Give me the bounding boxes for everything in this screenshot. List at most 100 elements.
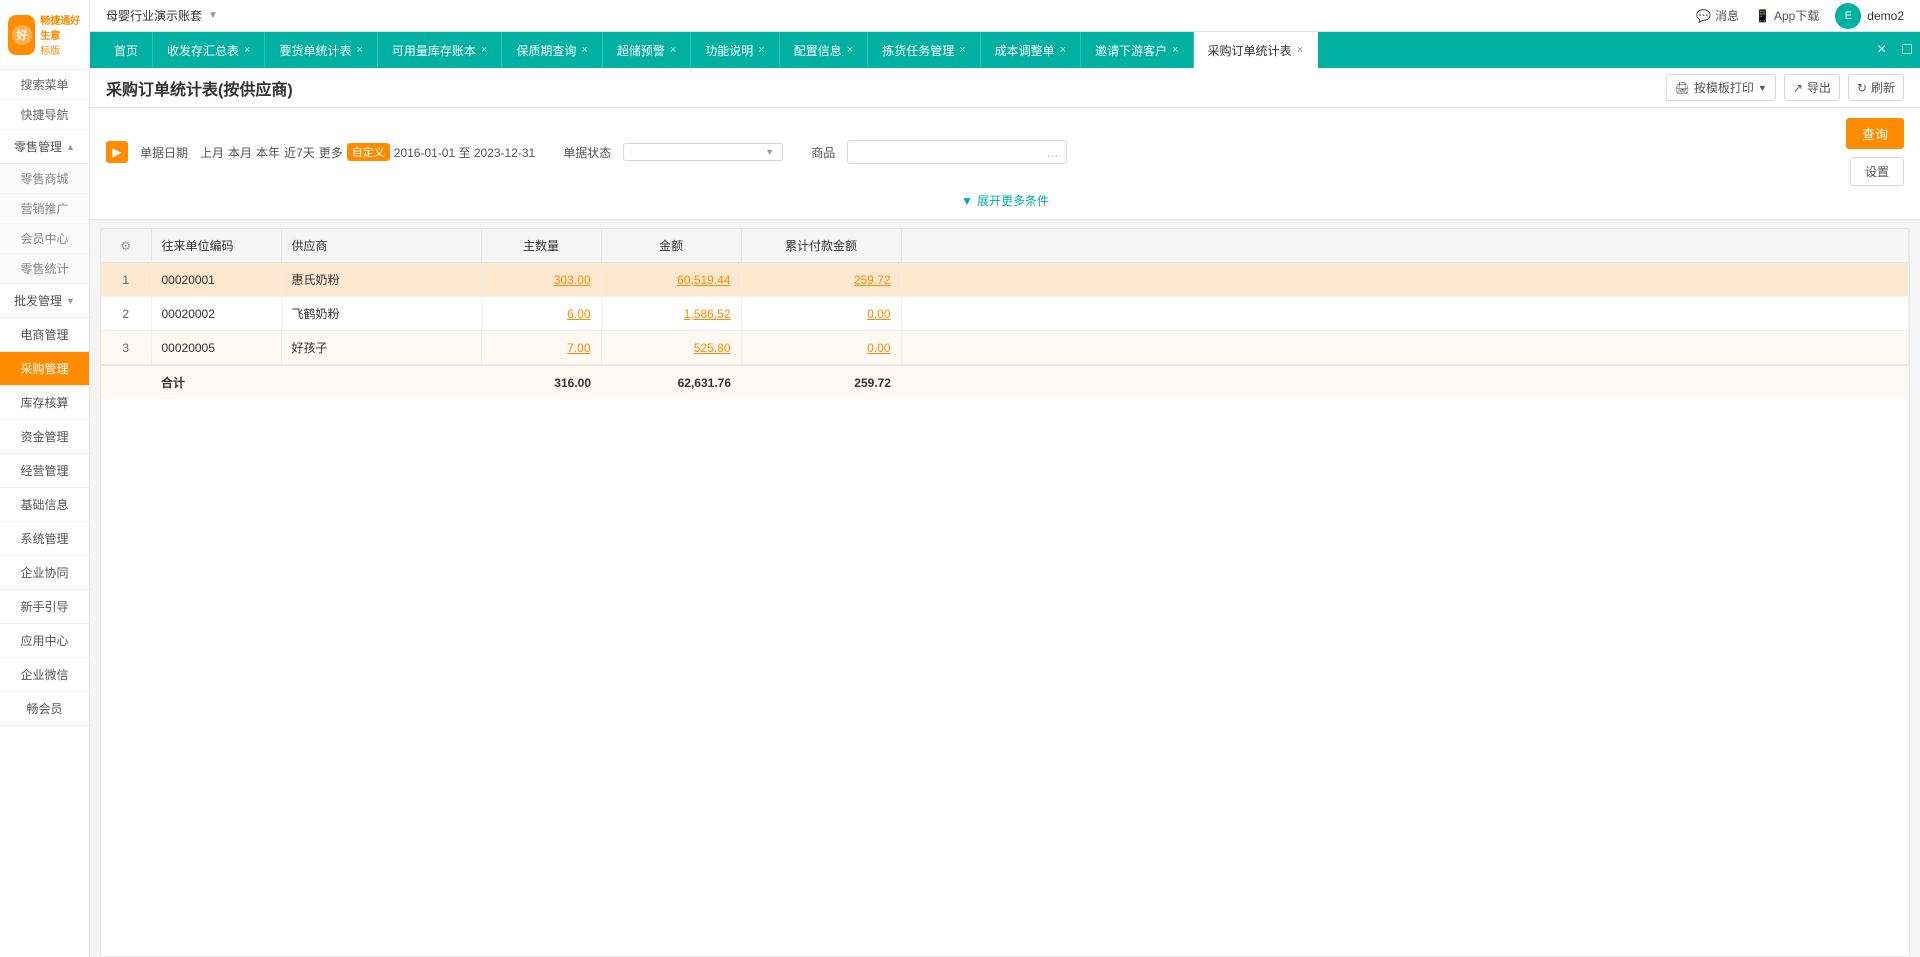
- sidebar-item-wholesale[interactable]: 批发管理 ▼: [0, 284, 89, 318]
- th-settings[interactable]: ⚙: [101, 229, 151, 263]
- table-row[interactable]: 3 00020005 好孩子 7.00 525.80 0.00: [101, 331, 1909, 366]
- sidebar-item-member2[interactable]: 畅会员: [0, 692, 89, 726]
- window-max-icon[interactable]: □: [1894, 41, 1920, 59]
- chevron-down-icon-wholesale: ▼: [66, 296, 75, 306]
- window-close-icon[interactable]: ×: [1869, 41, 1894, 59]
- avatar: E: [1835, 3, 1861, 29]
- sidebar-item-retail-shop[interactable]: 零售商城: [0, 164, 89, 194]
- sidebar-item-finance[interactable]: 资金管理: [0, 420, 89, 454]
- sidebar-item-retail-manage[interactable]: 零售管理 ▲: [0, 130, 89, 164]
- sidebar-item-inventory[interactable]: 库存核算: [0, 386, 89, 420]
- sidebar-item-ecommerce[interactable]: 电商管理: [0, 318, 89, 352]
- table-row[interactable]: 2 00020002 飞鹤奶粉 6.00 1,586.52 0.00: [101, 297, 1909, 331]
- chevron-up-icon: ▲: [66, 142, 75, 152]
- expand-more-button[interactable]: ▼ 展开更多条件: [961, 192, 1049, 209]
- tab-home[interactable]: 首页: [100, 32, 153, 68]
- shortcut-last7days[interactable]: 近7天: [284, 144, 315, 161]
- tab-config-info[interactable]: 配置信息 ×: [780, 32, 868, 68]
- filter-toggle-button[interactable]: ▶: [106, 141, 128, 163]
- shortcut-this-month[interactable]: 本月: [228, 144, 252, 161]
- sidebar-item-newguide[interactable]: 新手引导: [0, 590, 89, 624]
- refresh-icon: ↻: [1857, 81, 1867, 95]
- shortcut-more[interactable]: 更多: [319, 144, 343, 161]
- close-icon[interactable]: ×: [581, 44, 587, 56]
- cell-paid-2: 0.00: [741, 297, 901, 331]
- sidebar-item-corp-collab[interactable]: 企业协同: [0, 556, 89, 590]
- qty-link-1[interactable]: 303.00: [554, 273, 591, 287]
- tab-stock-summary[interactable]: 收发存汇总表 ×: [153, 32, 265, 68]
- shortcut-last-month[interactable]: 上月: [200, 144, 224, 161]
- filter-panel: ▶ 单据日期 上月 本月 本年 近7天 更多 自定义 2016-01-01 至 …: [90, 108, 1920, 220]
- sidebar-item-purchase[interactable]: 采购管理: [0, 352, 89, 386]
- custom-date-tag[interactable]: 自定义: [347, 143, 390, 161]
- close-icon[interactable]: ×: [481, 44, 487, 56]
- table-settings-icon[interactable]: ⚙: [120, 239, 131, 253]
- table-footer-row: 合计 316.00 62,631.76 259.72: [101, 365, 1909, 399]
- sidebar-logo-area: 好 畅捷通好生意 标版: [0, 0, 89, 70]
- cell-code-1: 00020001: [151, 263, 281, 297]
- tab-purchase-stat-active[interactable]: 采购订单统计表 ×: [1194, 32, 1318, 68]
- user-menu[interactable]: E demo2: [1835, 3, 1904, 29]
- sidebar-item-wechat-work[interactable]: 企业微信: [0, 658, 89, 692]
- close-icon[interactable]: ×: [758, 44, 764, 56]
- close-icon[interactable]: ×: [1297, 44, 1303, 56]
- tab-cost-adjust[interactable]: 成本调整单 ×: [981, 32, 1081, 68]
- sidebar-item-system[interactable]: 系统管理: [0, 522, 89, 556]
- qty-link-2[interactable]: 6.00: [567, 307, 590, 321]
- refresh-button[interactable]: ↻ 刷新: [1848, 74, 1904, 101]
- tab-available-stock[interactable]: 可用量库存账本 ×: [378, 32, 502, 68]
- tab-purchase-order-stat[interactable]: 要货单统计表 ×: [265, 32, 377, 68]
- tab-shelf-life[interactable]: 保质期查询 ×: [502, 32, 602, 68]
- close-icon[interactable]: ×: [1172, 44, 1178, 56]
- query-button[interactable]: 查询: [1846, 118, 1904, 149]
- cell-paid-3: 0.00: [741, 331, 901, 366]
- goods-input[interactable]: ...: [847, 140, 1067, 164]
- tab-overstock-warning[interactable]: 超储预警 ×: [603, 32, 691, 68]
- close-icon[interactable]: ×: [356, 44, 362, 56]
- th-supplier: 供应商: [281, 229, 481, 263]
- tab-invite-customer[interactable]: 邀请下游客户 ×: [1081, 32, 1193, 68]
- message-button[interactable]: 💬 消息: [1696, 7, 1739, 24]
- sidebar-item-retail-stat[interactable]: 零售统计: [0, 254, 89, 284]
- amount-link-3[interactable]: 525.80: [694, 341, 731, 355]
- paid-link-1[interactable]: 259.72: [854, 273, 891, 287]
- status-select[interactable]: ▼: [623, 143, 783, 161]
- footer-spacer: [901, 365, 1909, 399]
- settings-button[interactable]: 设置: [1850, 157, 1904, 186]
- sidebar-item-appcenter[interactable]: 应用中心: [0, 624, 89, 658]
- th-spacer: [901, 229, 1909, 263]
- amount-link-2[interactable]: 1,586.52: [684, 307, 731, 321]
- close-icon[interactable]: ×: [1060, 44, 1066, 56]
- th-paid: 累计付款金额: [741, 229, 901, 263]
- cell-amount-2: 1,586.52: [601, 297, 741, 331]
- tab-function-desc[interactable]: 功能说明 ×: [691, 32, 779, 68]
- sidebar-search[interactable]: 搜索菜单: [0, 70, 89, 100]
- close-icon[interactable]: ×: [244, 44, 250, 56]
- export-button[interactable]: ↗ 导出: [1784, 74, 1840, 101]
- sidebar-item-member[interactable]: 会员中心: [0, 224, 89, 254]
- amount-link-1[interactable]: 60,519.44: [677, 273, 730, 287]
- workspace-selector[interactable]: 母婴行业演示账套 ▼: [106, 7, 218, 24]
- tab-pick-task[interactable]: 拣货任务管理 ×: [868, 32, 980, 68]
- cell-amount-1: 60,519.44: [601, 263, 741, 297]
- shortcut-this-year[interactable]: 本年: [256, 144, 280, 161]
- filter-row-1: ▶ 单据日期 上月 本月 本年 近7天 更多 自定义 2016-01-01 至 …: [106, 118, 1904, 186]
- paid-link-3[interactable]: 0.00: [867, 341, 890, 355]
- close-icon[interactable]: ×: [847, 44, 853, 56]
- print-icon: 🖨: [1675, 81, 1690, 95]
- footer-supplier: [281, 365, 481, 399]
- paid-link-2[interactable]: 0.00: [867, 307, 890, 321]
- close-icon[interactable]: ×: [959, 44, 965, 56]
- print-button[interactable]: 🖨 按模板打印 ▼: [1666, 74, 1776, 101]
- sidebar-quick-nav[interactable]: 快捷导航: [0, 100, 89, 130]
- sidebar-item-basics[interactable]: 基础信息: [0, 488, 89, 522]
- app-download-button[interactable]: 📱 App下载: [1755, 7, 1819, 24]
- table-row[interactable]: 1 00020001 惠氏奶粉 303.00 60,519.44 259.72: [101, 263, 1909, 297]
- sidebar-item-marketing[interactable]: 营销推广: [0, 194, 89, 224]
- close-icon[interactable]: ×: [670, 44, 676, 56]
- chevron-right-icon: ▶: [112, 145, 121, 159]
- main-content: 母婴行业演示账套 ▼ 💬 消息 📱 App下载 E demo2 首页: [90, 0, 1920, 957]
- qty-link-3[interactable]: 7.00: [567, 341, 590, 355]
- cell-supplier-2: 飞鹤奶粉: [281, 297, 481, 331]
- sidebar-item-operations[interactable]: 经营管理: [0, 454, 89, 488]
